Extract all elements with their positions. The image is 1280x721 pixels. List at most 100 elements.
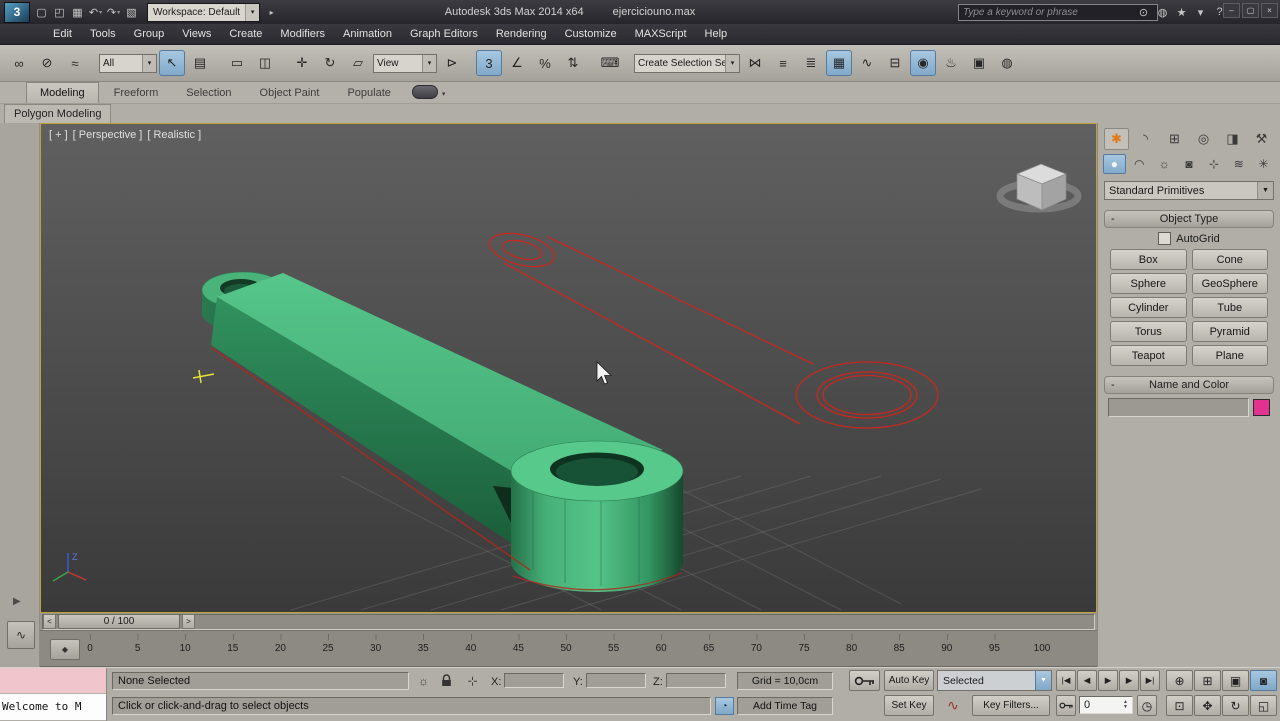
key-filters-button[interactable]: Key Filters... <box>972 695 1050 716</box>
zoom-region-button[interactable]: ⊡ <box>1166 695 1193 716</box>
undo-icon[interactable]: ↶ ▾ <box>87 3 104 21</box>
display-tab[interactable]: ◨ <box>1220 128 1245 150</box>
goto-start-button[interactable]: |◀ <box>1056 670 1076 691</box>
create-cylinder-button[interactable]: Cylinder <box>1110 297 1187 318</box>
redo-icon[interactable]: ↷ ▾ <box>105 3 122 21</box>
motion-tab[interactable]: ◎ <box>1191 128 1216 150</box>
zoom-extents-button[interactable]: ▣ <box>1222 670 1249 691</box>
close-button[interactable]: × <box>1261 3 1278 18</box>
name-color-rollout-header[interactable]: - Name and Color <box>1104 376 1274 394</box>
menu-item-tools[interactable]: Tools <box>81 24 125 44</box>
time-configuration-button[interactable]: ◷ <box>1137 695 1157 716</box>
object-type-rollout-header[interactable]: - Object Type <box>1104 210 1274 228</box>
schematic-view-icon[interactable]: ⊟ <box>882 50 908 76</box>
track-bar-knob-icon[interactable]: ◆ <box>50 639 80 660</box>
project-folder-icon[interactable]: ▧ <box>123 3 140 21</box>
add-time-tag-field[interactable]: Add Time Tag <box>737 697 833 715</box>
viewport-general-menu[interactable]: [ + ] <box>49 129 68 141</box>
key-mode-toggle-button[interactable] <box>1056 695 1076 716</box>
time-slider-prev-button[interactable]: < <box>43 614 56 629</box>
select-and-link-icon[interactable]: ∞ <box>6 50 32 76</box>
menu-item-create[interactable]: Create <box>220 24 271 44</box>
set-keys-button[interactable] <box>849 670 880 691</box>
create-cone-button[interactable]: Cone <box>1191 249 1268 270</box>
new-scene-icon[interactable]: ▢ <box>33 3 50 21</box>
maximize-viewport-button[interactable]: ◱ <box>1250 695 1277 716</box>
spline-shape[interactable] <box>486 227 939 429</box>
orbit-button[interactable]: ↻ <box>1222 695 1249 716</box>
track-bar[interactable]: ◆ 0 5 10 15 20 25 30 35 40 45 50 55 60 65 70 75 80 85 90 95… <box>40 631 1097 667</box>
qat-overflow-icon[interactable]: ▸ <box>263 3 280 21</box>
auto-key-button[interactable]: Auto Key <box>884 670 934 691</box>
time-slider-handle[interactable]: 0 / 100 <box>58 614 180 629</box>
frame-spinner[interactable]: ▲ ▼ <box>1123 700 1128 710</box>
create-geosphere-button[interactable]: GeoSphere <box>1191 273 1268 294</box>
expand-panel-arrow-icon[interactable]: ▶ <box>13 596 21 607</box>
open-file-icon[interactable]: ◰ <box>51 3 68 21</box>
create-teapot-button[interactable]: Teapot <box>1110 345 1187 366</box>
zoom-extents-all-button[interactable]: ◙ <box>1250 670 1277 691</box>
cameras-category[interactable]: ◙ <box>1178 154 1201 174</box>
selection-lock-icon[interactable] <box>437 671 456 690</box>
object-name-input[interactable] <box>1108 398 1249 417</box>
polygon-modeling-tab[interactable]: Polygon Modeling <box>4 104 112 123</box>
menu-item-graph-editors[interactable]: Graph Editors <box>401 24 487 44</box>
autogrid-checkbox[interactable] <box>1158 232 1172 245</box>
selection-set-dropdown[interactable]: Create Selection Set ▾ <box>634 53 740 73</box>
pan-button[interactable]: ✥ <box>1194 695 1221 716</box>
save-file-icon[interactable]: ▦ <box>69 3 86 21</box>
search-input[interactable]: Type a keyword or phrase <box>958 4 1158 21</box>
utilities-tab[interactable]: ⚒ <box>1249 128 1274 150</box>
align-icon[interactable]: ≡ <box>770 50 796 76</box>
key-filter-dropdown[interactable]: Selected ▼ <box>937 670 1052 691</box>
ribbon-tab-object-paint[interactable]: Object Paint <box>247 83 333 103</box>
menu-item-edit[interactable]: Edit <box>44 24 81 44</box>
infocenter-menu-icon[interactable]: ▾ <box>1192 3 1209 21</box>
create-plane-button[interactable]: Plane <box>1191 345 1268 366</box>
render-setup-icon[interactable]: ♨ <box>938 50 964 76</box>
next-frame-button[interactable]: ▶ <box>1119 670 1139 691</box>
rendered-frame-icon[interactable]: ▣ <box>966 50 992 76</box>
ribbon-toggle-icon[interactable]: ▦ <box>826 50 852 76</box>
primitives-dropdown[interactable]: Standard Primitives ▼ <box>1104 181 1274 200</box>
menu-item-rendering[interactable]: Rendering <box>487 24 556 44</box>
lights-category[interactable]: ☼ <box>1153 154 1176 174</box>
selection-region-icon[interactable]: ▭ <box>224 50 250 76</box>
helpers-category[interactable]: ⊹ <box>1202 154 1225 174</box>
curve-editor-icon[interactable]: ∿ <box>854 50 880 76</box>
zoom-all-button[interactable]: ⊞ <box>1194 670 1221 691</box>
menu-item-customize[interactable]: Customize <box>556 24 626 44</box>
unlink-selection-icon[interactable]: ⊘ <box>34 50 60 76</box>
coord-y-input[interactable] <box>586 673 646 688</box>
time-tag-icon[interactable]: ◔ <box>715 697 734 715</box>
coord-x-input[interactable] <box>504 673 564 688</box>
menu-item-modifiers[interactable]: Modifiers <box>271 24 334 44</box>
percent-snap-icon[interactable]: % <box>532 50 558 76</box>
select-object-icon[interactable]: ↖ <box>159 50 185 76</box>
select-and-scale-icon[interactable]: ▱ <box>345 50 371 76</box>
geometry-category[interactable]: ● <box>1103 154 1126 174</box>
communication-center-icon[interactable]: ◍ <box>1154 3 1171 21</box>
systems-category[interactable]: ✳ <box>1252 154 1275 174</box>
layer-manager-icon[interactable]: ≣ <box>798 50 824 76</box>
mini-curve-editor-button[interactable]: ∿ <box>7 621 35 649</box>
create-box-button[interactable]: Box <box>1110 249 1187 270</box>
infocenter-search-icon[interactable]: ⊙ <box>1135 3 1152 21</box>
maximize-button[interactable]: ▢ <box>1242 3 1259 18</box>
play-button[interactable]: ▶ <box>1098 670 1118 691</box>
prev-frame-button[interactable]: ◀ <box>1077 670 1097 691</box>
trackbar-ruler[interactable]: 0 5 10 15 20 25 30 35 40 45 50 55 60 65 70 75 80 85 90 95 10… <box>87 631 1050 666</box>
viewport[interactable]: Z [ + ] [ Perspective ] [ Realistic ] <box>40 123 1097 613</box>
listener-output-pane[interactable]: Welcome to M <box>0 694 106 720</box>
create-tab[interactable]: ✱ <box>1104 128 1129 150</box>
set-key-mode-button[interactable]: Set Key <box>884 695 934 716</box>
mirror-icon[interactable]: ⋈ <box>742 50 768 76</box>
minimize-button[interactable]: ‒ <box>1223 3 1240 18</box>
create-torus-button[interactable]: Torus <box>1110 321 1187 342</box>
ribbon-config-icon[interactable] <box>411 85 438 99</box>
select-and-manipulate-icon[interactable]: ⊳ <box>439 50 465 76</box>
selection-filter-dropdown[interactable]: All ▾ <box>99 53 157 73</box>
keyboard-override-icon[interactable]: ⌨ <box>597 50 623 76</box>
spacewarps-category[interactable]: ≋ <box>1227 154 1250 174</box>
viewport-shading-menu[interactable]: [ Realistic ] <box>147 129 201 141</box>
